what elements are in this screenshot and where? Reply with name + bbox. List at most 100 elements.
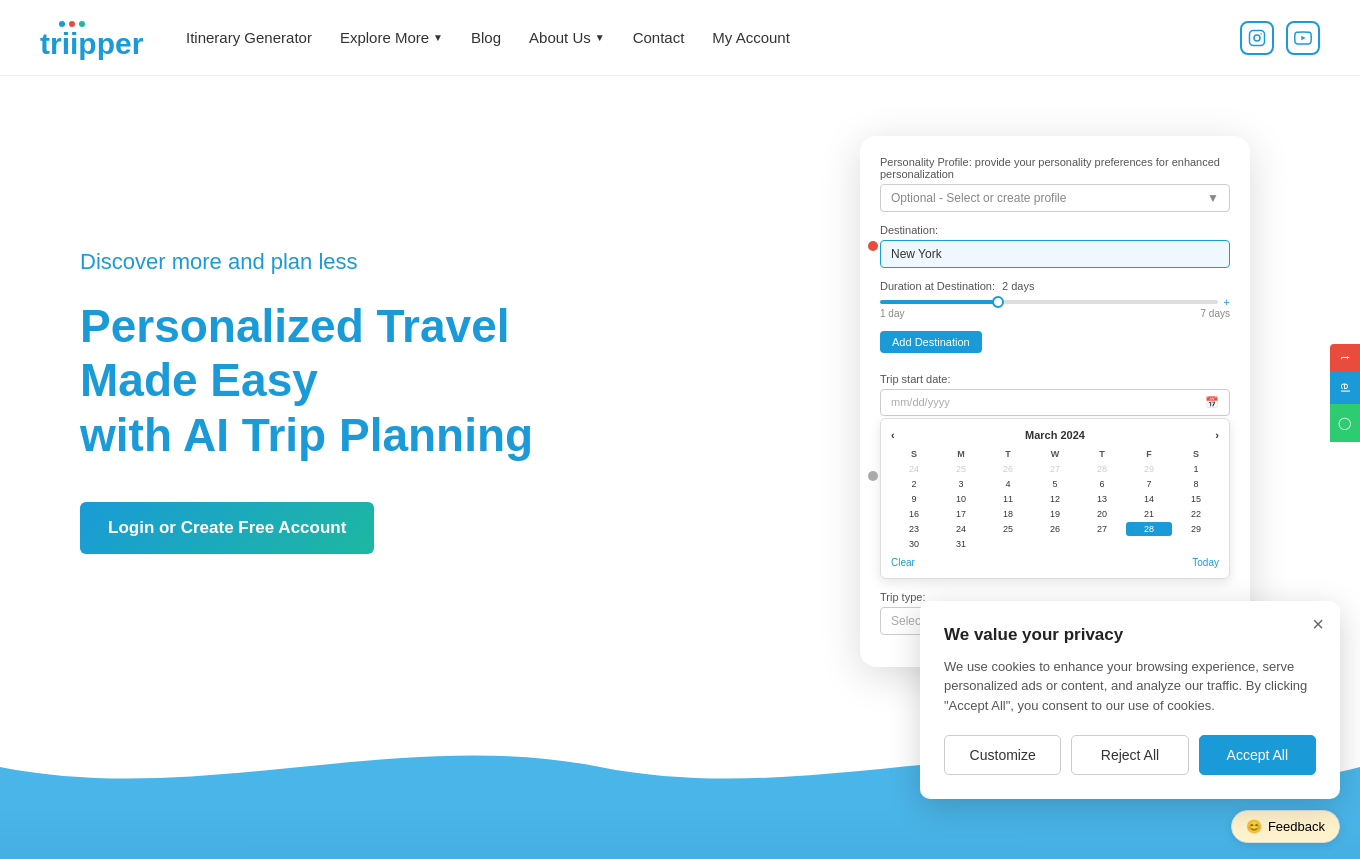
cal-day[interactable]: 20: [1079, 507, 1125, 521]
cal-day[interactable]: 5: [1032, 477, 1078, 491]
cookie-close-button[interactable]: ×: [1312, 613, 1324, 636]
cal-day[interactable]: 3: [938, 477, 984, 491]
svg-text:triipper: triipper: [40, 27, 144, 60]
cal-day[interactable]: 19: [1032, 507, 1078, 521]
slider-fill: [880, 300, 998, 304]
cal-day[interactable]: 9: [891, 492, 937, 506]
nav-about-us[interactable]: About Us ▼: [529, 29, 605, 46]
nav-blog[interactable]: Blog: [471, 29, 501, 46]
cal-day[interactable]: 27: [1079, 522, 1125, 536]
blue-section: Unlock the World with triip Click on the…: [0, 807, 1360, 859]
hero-title: Personalized Travel Made Easy with AI Tr…: [80, 299, 600, 462]
side-panel-btn-1[interactable]: t: [1330, 344, 1360, 371]
cal-day[interactable]: 24: [938, 522, 984, 536]
nav-my-account[interactable]: My Account: [712, 29, 790, 46]
app-screenshot-container: Personality Profile: provide your person…: [860, 136, 1280, 667]
right-side-panel: t el ◯: [1330, 344, 1360, 443]
accept-all-button[interactable]: Accept All: [1199, 735, 1316, 775]
cal-day[interactable]: 16: [891, 507, 937, 521]
cal-day[interactable]: 17: [938, 507, 984, 521]
cal-day[interactable]: 8: [1173, 477, 1219, 491]
calendar-month: March 2024: [1025, 429, 1085, 441]
cal-day[interactable]: 6: [1079, 477, 1125, 491]
side-panel-btn-3[interactable]: ◯: [1330, 404, 1360, 442]
about-chevron-icon: ▼: [595, 32, 605, 43]
cal-day[interactable]: 11: [985, 492, 1031, 506]
navbar-social: [1240, 21, 1320, 55]
calendar-popup: ‹ March 2024 › S M T W T F S 24 2: [880, 418, 1230, 579]
cal-day[interactable]: 29: [1173, 522, 1219, 536]
cal-day[interactable]: 24: [891, 462, 937, 476]
cal-day[interactable]: 4: [985, 477, 1031, 491]
cal-day[interactable]: 12: [1032, 492, 1078, 506]
cal-day[interactable]: 21: [1126, 507, 1172, 521]
add-destination-container: Add Destination: [880, 331, 1230, 363]
feedback-bottom-label: Feedback: [1268, 819, 1325, 834]
date-input[interactable]: mm/dd/yyyy 📅: [880, 389, 1230, 416]
calendar-header: ‹ March 2024 ›: [891, 429, 1219, 441]
destination-label: Destination:: [880, 224, 1230, 236]
cal-clear-btn[interactable]: Clear: [891, 557, 915, 568]
hero-title-line1: Personalized Travel Made Easy: [80, 300, 510, 406]
calendar-icon: 📅: [1205, 396, 1219, 409]
cal-day[interactable]: 14: [1126, 492, 1172, 506]
cal-header-fri: F: [1126, 447, 1172, 461]
add-destination-btn[interactable]: Add Destination: [880, 331, 982, 353]
cal-day[interactable]: 22: [1173, 507, 1219, 521]
slider-plus-icon[interactable]: +: [1224, 296, 1230, 308]
cal-day[interactable]: 31: [938, 537, 984, 551]
cal-header-mon: M: [938, 447, 984, 461]
cal-header-sat: S: [1173, 447, 1219, 461]
cal-day[interactable]: 30: [891, 537, 937, 551]
logo[interactable]: triipper: [40, 16, 150, 60]
svg-marker-7: [1301, 35, 1305, 40]
cal-day[interactable]: 23: [891, 522, 937, 536]
cal-header-thu: T: [1079, 447, 1125, 461]
required-dot-red: [868, 241, 878, 251]
cal-day[interactable]: 28: [1079, 462, 1125, 476]
cal-today-btn[interactable]: Today: [1192, 557, 1219, 568]
destination-input[interactable]: [880, 240, 1230, 268]
customize-button[interactable]: Customize: [944, 735, 1061, 775]
duration-slider[interactable]: [880, 300, 1218, 304]
trip-start-label: Trip start date:: [880, 373, 1230, 385]
personality-select[interactable]: Optional - Select or create profile ▼: [880, 184, 1230, 212]
cal-day[interactable]: 27: [1032, 462, 1078, 476]
nav-explore-more[interactable]: Explore More ▼: [340, 29, 443, 46]
feedback-bottom-btn[interactable]: 😊 Feedback: [1231, 810, 1340, 843]
cal-day[interactable]: 25: [985, 522, 1031, 536]
slider-labels: 1 day 7 days: [880, 308, 1230, 319]
cal-next-icon[interactable]: ›: [1215, 429, 1219, 441]
reject-all-button[interactable]: Reject All: [1071, 735, 1188, 775]
cal-header-wed: W: [1032, 447, 1078, 461]
cal-day[interactable]: 1: [1173, 462, 1219, 476]
cal-day[interactable]: 25: [938, 462, 984, 476]
cal-prev-icon[interactable]: ‹: [891, 429, 895, 441]
destination-field: Destination:: [880, 224, 1230, 268]
cal-day[interactable]: 29: [1126, 462, 1172, 476]
navbar-left: triipper Itinerary Generator Explore Mor…: [40, 16, 790, 60]
cal-day[interactable]: 2: [891, 477, 937, 491]
cal-day[interactable]: 26: [985, 462, 1031, 476]
nav-contact[interactable]: Contact: [633, 29, 685, 46]
select-chevron-icon: ▼: [1207, 191, 1219, 205]
instagram-icon[interactable]: [1240, 21, 1274, 55]
cal-day[interactable]: 26: [1032, 522, 1078, 536]
svg-rect-4: [1250, 30, 1265, 45]
cal-day[interactable]: 15: [1173, 492, 1219, 506]
explore-chevron-icon: ▼: [433, 32, 443, 43]
calendar-footer: Clear Today: [891, 557, 1219, 568]
cal-day[interactable]: 13: [1079, 492, 1125, 506]
slider-thumb[interactable]: [992, 296, 1004, 308]
cal-day-today[interactable]: 28: [1126, 522, 1172, 536]
cal-day[interactable]: 7: [1126, 477, 1172, 491]
cookie-text: We use cookies to enhance your browsing …: [944, 657, 1316, 716]
cookie-title: We value your privacy: [944, 625, 1316, 645]
cal-day[interactable]: 18: [985, 507, 1031, 521]
youtube-icon[interactable]: [1286, 21, 1320, 55]
side-panel-btn-2[interactable]: el: [1330, 371, 1360, 404]
cal-day[interactable]: 10: [938, 492, 984, 506]
cta-button[interactable]: Login or Create Free Account: [80, 502, 374, 554]
hero-title-line2: with AI Trip Planning: [80, 409, 533, 461]
nav-itinerary-generator[interactable]: Itinerary Generator: [186, 29, 312, 46]
